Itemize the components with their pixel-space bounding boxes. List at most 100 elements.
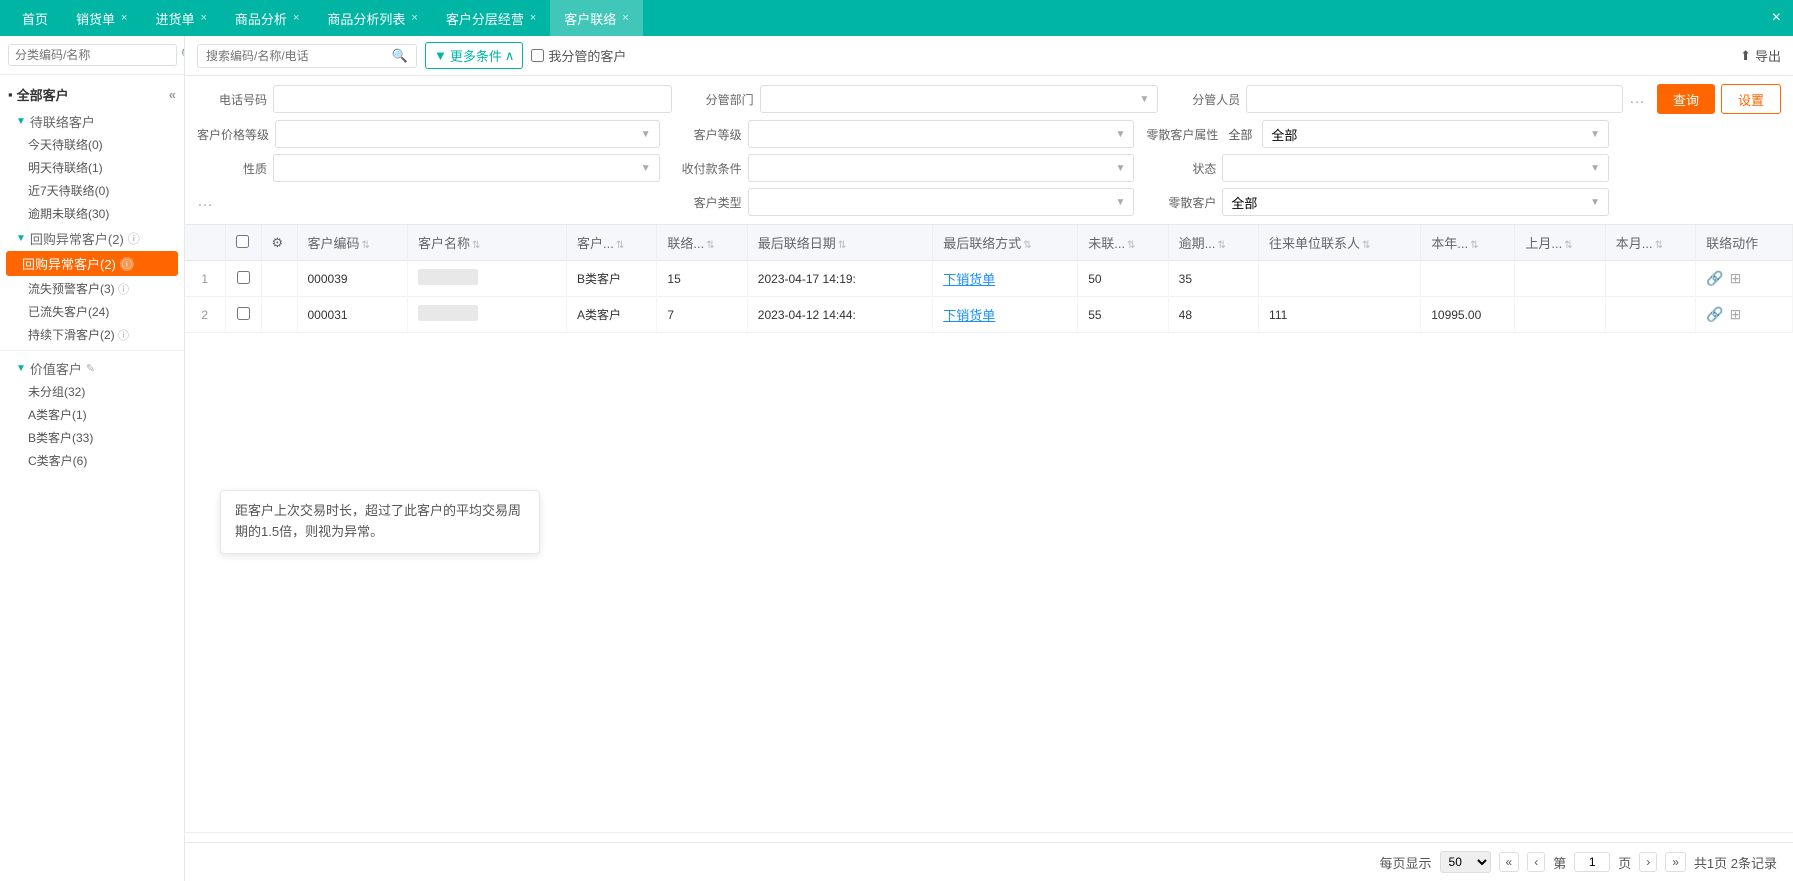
status-dropdown[interactable]: ▼ bbox=[1222, 154, 1609, 182]
row-1-uncontacted: 50 bbox=[1078, 261, 1168, 297]
row-2-num: 2 bbox=[185, 297, 225, 333]
nav-product-analysis[interactable]: 商品分析 × bbox=[221, 0, 313, 36]
row-2-grid-icon[interactable]: ⊞ bbox=[1730, 306, 1742, 323]
sidebar-item-repurchase-active[interactable]: 回购异常客户(2) ⓘ bbox=[6, 251, 178, 276]
sidebar-section-repurchase[interactable]: ▼ 回购异常客户(2) ⓘ bbox=[0, 225, 184, 250]
row-1-select[interactable] bbox=[237, 271, 250, 284]
nav-purchase-order[interactable]: 进货单 × bbox=[141, 0, 220, 36]
close-customer-contact-icon[interactable]: × bbox=[622, 12, 628, 24]
customer-type-dropdown[interactable]: ▼ bbox=[748, 188, 1135, 216]
search-input[interactable] bbox=[206, 49, 392, 63]
row-1-link-icon[interactable]: 🔗 bbox=[1706, 270, 1723, 287]
nav-home[interactable]: 首页 bbox=[8, 0, 62, 36]
next-page-button[interactable]: › bbox=[1639, 852, 1657, 872]
sort-code-icon[interactable]: ⇅ bbox=[362, 240, 370, 251]
close-product-analysis-list-icon[interactable]: × bbox=[411, 12, 417, 24]
customer-level-dropdown[interactable]: ▼ bbox=[748, 120, 1135, 148]
row4-dots-icon[interactable]: … bbox=[197, 193, 213, 211]
customer-type-caret-icon: ▼ bbox=[1115, 197, 1125, 208]
sidebar-section-pending[interactable]: ▼ 待联络客户 bbox=[0, 108, 184, 133]
sort-contact-icon[interactable]: ⇅ bbox=[706, 240, 714, 251]
row-1-checkbox[interactable] bbox=[225, 261, 261, 297]
row-1-num: 1 bbox=[185, 261, 225, 297]
sort-lmonth-icon[interactable]: ⇅ bbox=[1564, 240, 1572, 251]
all-customers-header[interactable]: ▪ 全部客户 « bbox=[0, 81, 184, 108]
sort-type-icon[interactable]: ⇅ bbox=[616, 240, 624, 251]
price-level-dropdown[interactable]: ▼ bbox=[275, 120, 660, 148]
row-2-link-icon[interactable]: 🔗 bbox=[1706, 306, 1723, 323]
sort-method-icon[interactable]: ⇅ bbox=[1023, 240, 1031, 251]
sort-uncontacted-icon[interactable]: ⇅ bbox=[1127, 240, 1135, 251]
my-customers-checkbox[interactable]: 我分管的客户 bbox=[531, 46, 626, 65]
row-2-code: 000031 bbox=[297, 297, 408, 333]
manager-input[interactable] bbox=[1246, 85, 1623, 113]
close-customer-stratification-icon[interactable]: × bbox=[530, 12, 536, 24]
page-size-select[interactable]: 20 50 100 bbox=[1440, 851, 1491, 873]
sidebar-item-class-a[interactable]: A类客户(1) bbox=[0, 403, 184, 426]
sidebar-item-unclassified[interactable]: 未分组(32) bbox=[0, 380, 184, 403]
row-2-select[interactable] bbox=[237, 307, 250, 320]
payment-dropdown[interactable]: ▼ bbox=[748, 154, 1135, 182]
close-product-analysis-icon[interactable]: × bbox=[293, 12, 299, 24]
phone-input[interactable] bbox=[273, 85, 672, 113]
sidebar-item-churn-warning[interactable]: 流失预警客户(3) ⓘ bbox=[0, 277, 184, 300]
sort-month-icon[interactable]: ⇅ bbox=[1655, 240, 1663, 251]
sort-overdue-icon[interactable]: ⇅ bbox=[1217, 240, 1225, 251]
sort-year-icon[interactable]: ⇅ bbox=[1470, 240, 1478, 251]
more-conditions-button[interactable]: ▼ 更多条件 ∧ bbox=[425, 42, 523, 69]
row-2-unit-contact: 111 bbox=[1259, 297, 1421, 333]
sidebar-item-today-pending[interactable]: 今天待联络(0) bbox=[0, 133, 184, 156]
sidebar-tree: ▪ 全部客户 « ▼ 待联络客户 今天待联络(0) 明天待联络(1) 近7天待联… bbox=[0, 75, 184, 881]
sidebar: 🔍 ▪ 全部客户 « ▼ 待联络客户 今天待联络(0) 明天待联络(1) 近7天… bbox=[0, 36, 185, 881]
nav-sales-order[interactable]: 销货单 × bbox=[62, 0, 141, 36]
sidebar-item-tomorrow-pending[interactable]: 明天待联络(1) bbox=[0, 156, 184, 179]
nav-customer-stratification[interactable]: 客户分层经营 × bbox=[432, 0, 550, 36]
sidebar-collapse-icon[interactable]: « bbox=[169, 87, 176, 102]
sidebar-item-7days-pending[interactable]: 近7天待联络(0) bbox=[0, 179, 184, 202]
last-page-button[interactable]: » bbox=[1665, 852, 1686, 872]
manager-dots-icon[interactable]: … bbox=[1629, 90, 1645, 108]
filter-search-icon[interactable]: 🔍 bbox=[392, 48, 408, 64]
sort-name-icon[interactable]: ⇅ bbox=[472, 240, 480, 251]
settings-button[interactable]: 设置 bbox=[1721, 84, 1781, 114]
query-button[interactable]: 查询 bbox=[1657, 84, 1715, 114]
close-sales-order-icon[interactable]: × bbox=[121, 12, 127, 24]
edit-icon[interactable]: ✎ bbox=[86, 362, 95, 375]
row-1-grid-icon[interactable]: ⊞ bbox=[1730, 270, 1742, 287]
scatter-customer-dropdown[interactable]: 全部 ▼ bbox=[1222, 188, 1609, 216]
col-customer-code: 客户编码⇅ bbox=[297, 225, 408, 261]
row-2-month bbox=[1605, 297, 1695, 333]
scatter-attr-dropdown[interactable]: 全部 ▼ bbox=[1262, 120, 1609, 148]
horizontal-scrollbar[interactable] bbox=[185, 832, 1793, 842]
select-all-checkbox[interactable] bbox=[236, 235, 249, 248]
sidebar-item-class-b[interactable]: B类客户(33) bbox=[0, 426, 184, 449]
col-settings[interactable]: ⚙ bbox=[261, 225, 297, 261]
nature-dropdown[interactable]: ▼ bbox=[273, 154, 660, 182]
export-button[interactable]: ⬆ 导出 bbox=[1740, 46, 1781, 65]
close-all-tabs-button[interactable]: × bbox=[1772, 9, 1781, 27]
dept-dropdown[interactable]: ▼ bbox=[760, 85, 1159, 113]
row-1-method-link[interactable]: 下销货单 bbox=[943, 272, 995, 287]
sidebar-item-class-c[interactable]: C类客户(6) bbox=[0, 449, 184, 472]
page-number-input[interactable] bbox=[1574, 852, 1610, 872]
sidebar-search-input[interactable] bbox=[8, 44, 177, 66]
filter-field-nature: 性质 ▼ bbox=[197, 154, 660, 182]
row-2-method-link[interactable]: 下销货单 bbox=[943, 308, 995, 323]
advanced-filter: 电话号码 分管部门 ▼ 分管人员 … 查询 设置 bbox=[185, 76, 1793, 225]
close-purchase-order-icon[interactable]: × bbox=[200, 12, 206, 24]
table-settings-icon[interactable]: ⚙ bbox=[272, 235, 284, 250]
page-label-2: 页 bbox=[1618, 853, 1631, 872]
nav-product-analysis-list[interactable]: 商品分析列表 × bbox=[313, 0, 431, 36]
sort-unit-icon[interactable]: ⇅ bbox=[1362, 240, 1370, 251]
nav-customer-contact[interactable]: 客户联络 × bbox=[550, 0, 642, 36]
sidebar-item-declining[interactable]: 持续下滑客户(2) ⓘ bbox=[0, 323, 184, 346]
first-page-button[interactable]: « bbox=[1499, 852, 1520, 872]
prev-page-button[interactable]: ‹ bbox=[1527, 852, 1545, 872]
row-2-checkbox[interactable] bbox=[225, 297, 261, 333]
sidebar-section-value[interactable]: ▼ 价值客户 ✎ bbox=[0, 355, 184, 380]
row-2-name bbox=[408, 297, 567, 333]
sidebar-item-overdue-pending[interactable]: 逾期未联络(30) bbox=[0, 202, 184, 225]
my-customers-check[interactable] bbox=[531, 49, 544, 62]
sidebar-item-churned[interactable]: 已流失客户(24) bbox=[0, 300, 184, 323]
sort-date-icon[interactable]: ⇅ bbox=[838, 240, 846, 251]
